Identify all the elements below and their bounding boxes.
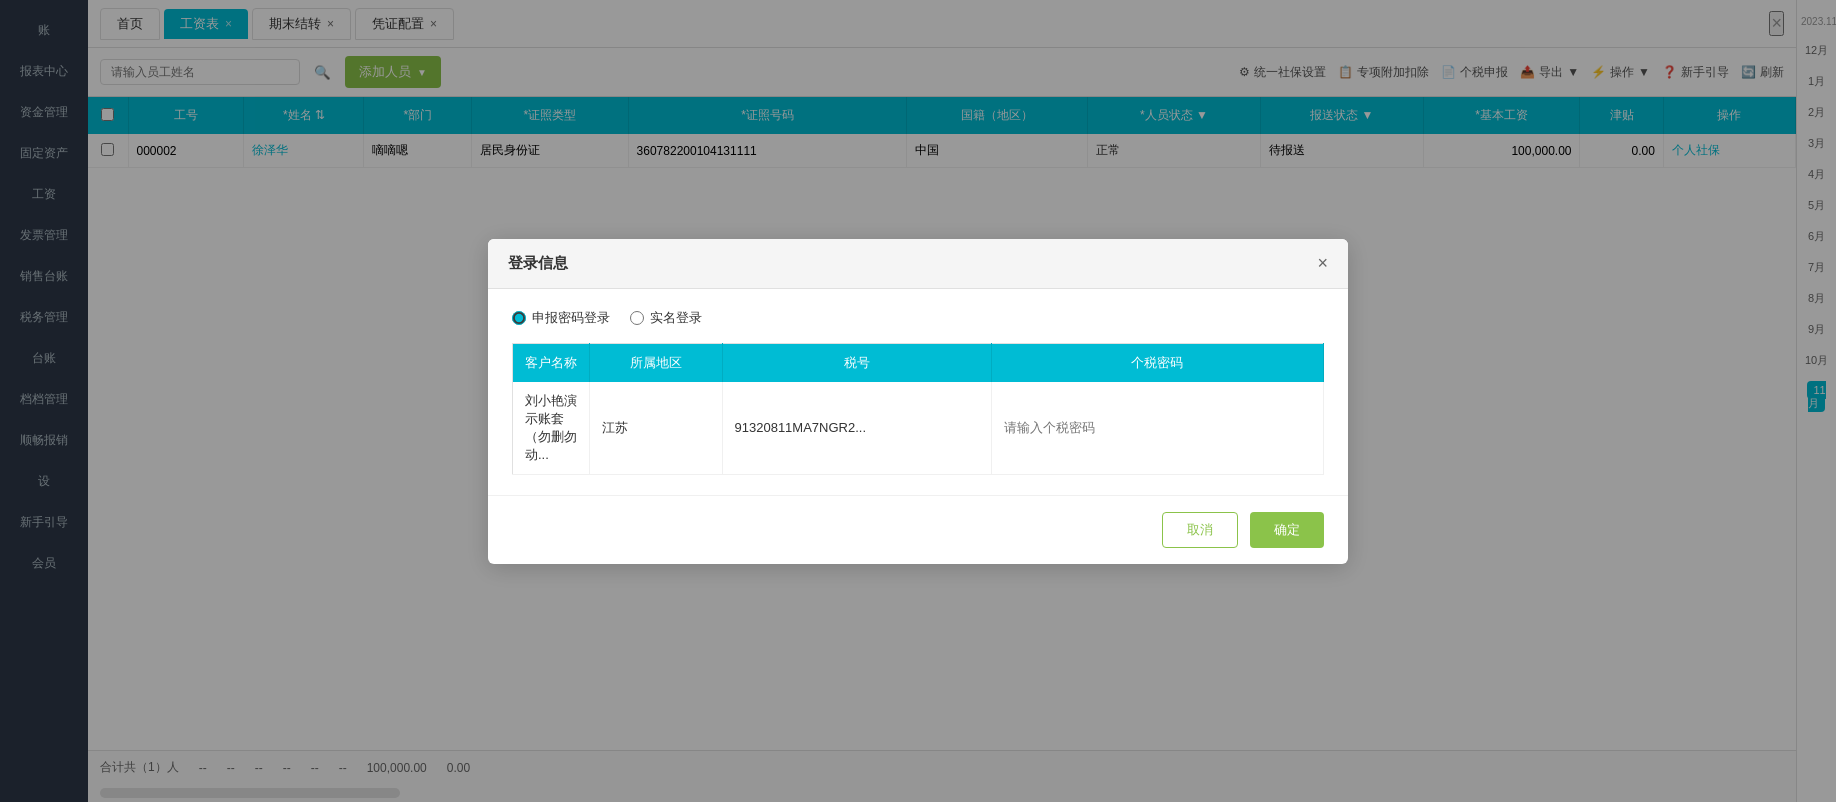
radio-password-label[interactable]: 申报密码登录 xyxy=(512,309,610,327)
cancel-button[interactable]: 取消 xyxy=(1162,512,1238,548)
confirm-button[interactable]: 确定 xyxy=(1250,512,1324,548)
modal-title: 登录信息 xyxy=(508,254,568,273)
tax-password-input[interactable] xyxy=(1004,420,1311,435)
modal-row-region: 江苏 xyxy=(590,382,723,475)
modal-overlay[interactable]: 登录信息 × 申报密码登录 实名登录 客户名称 所属地区 xyxy=(0,0,1836,802)
modal-col-client: 客户名称 xyxy=(513,343,590,382)
modal-row-client: 刘小艳演示账套（勿删勿动... xyxy=(513,382,590,475)
modal-client-table: 客户名称 所属地区 税号 个税密码 刘小艳演示账套（勿删勿动... 江苏 913… xyxy=(512,343,1324,475)
modal-close-button[interactable]: × xyxy=(1317,253,1328,274)
modal-row-taxno: 91320811MA7NGR2... xyxy=(722,382,991,475)
modal-body: 申报密码登录 实名登录 客户名称 所属地区 税号 个税密码 xyxy=(488,289,1348,495)
login-info-modal: 登录信息 × 申报密码登录 实名登录 客户名称 所属地区 xyxy=(488,239,1348,564)
modal-row-taxpwd[interactable] xyxy=(991,382,1323,475)
radio-password-input[interactable] xyxy=(512,311,526,325)
modal-table-row: 刘小艳演示账套（勿删勿动... 江苏 91320811MA7NGR2... xyxy=(513,382,1324,475)
modal-col-region: 所属地区 xyxy=(590,343,723,382)
modal-header: 登录信息 × xyxy=(488,239,1348,289)
modal-footer: 取消 确定 xyxy=(488,495,1348,564)
radio-realname-input[interactable] xyxy=(630,311,644,325)
login-type-radio-group: 申报密码登录 实名登录 xyxy=(512,309,1324,327)
modal-col-taxno: 税号 xyxy=(722,343,991,382)
modal-col-taxpwd: 个税密码 xyxy=(991,343,1323,382)
radio-realname-label[interactable]: 实名登录 xyxy=(630,309,702,327)
